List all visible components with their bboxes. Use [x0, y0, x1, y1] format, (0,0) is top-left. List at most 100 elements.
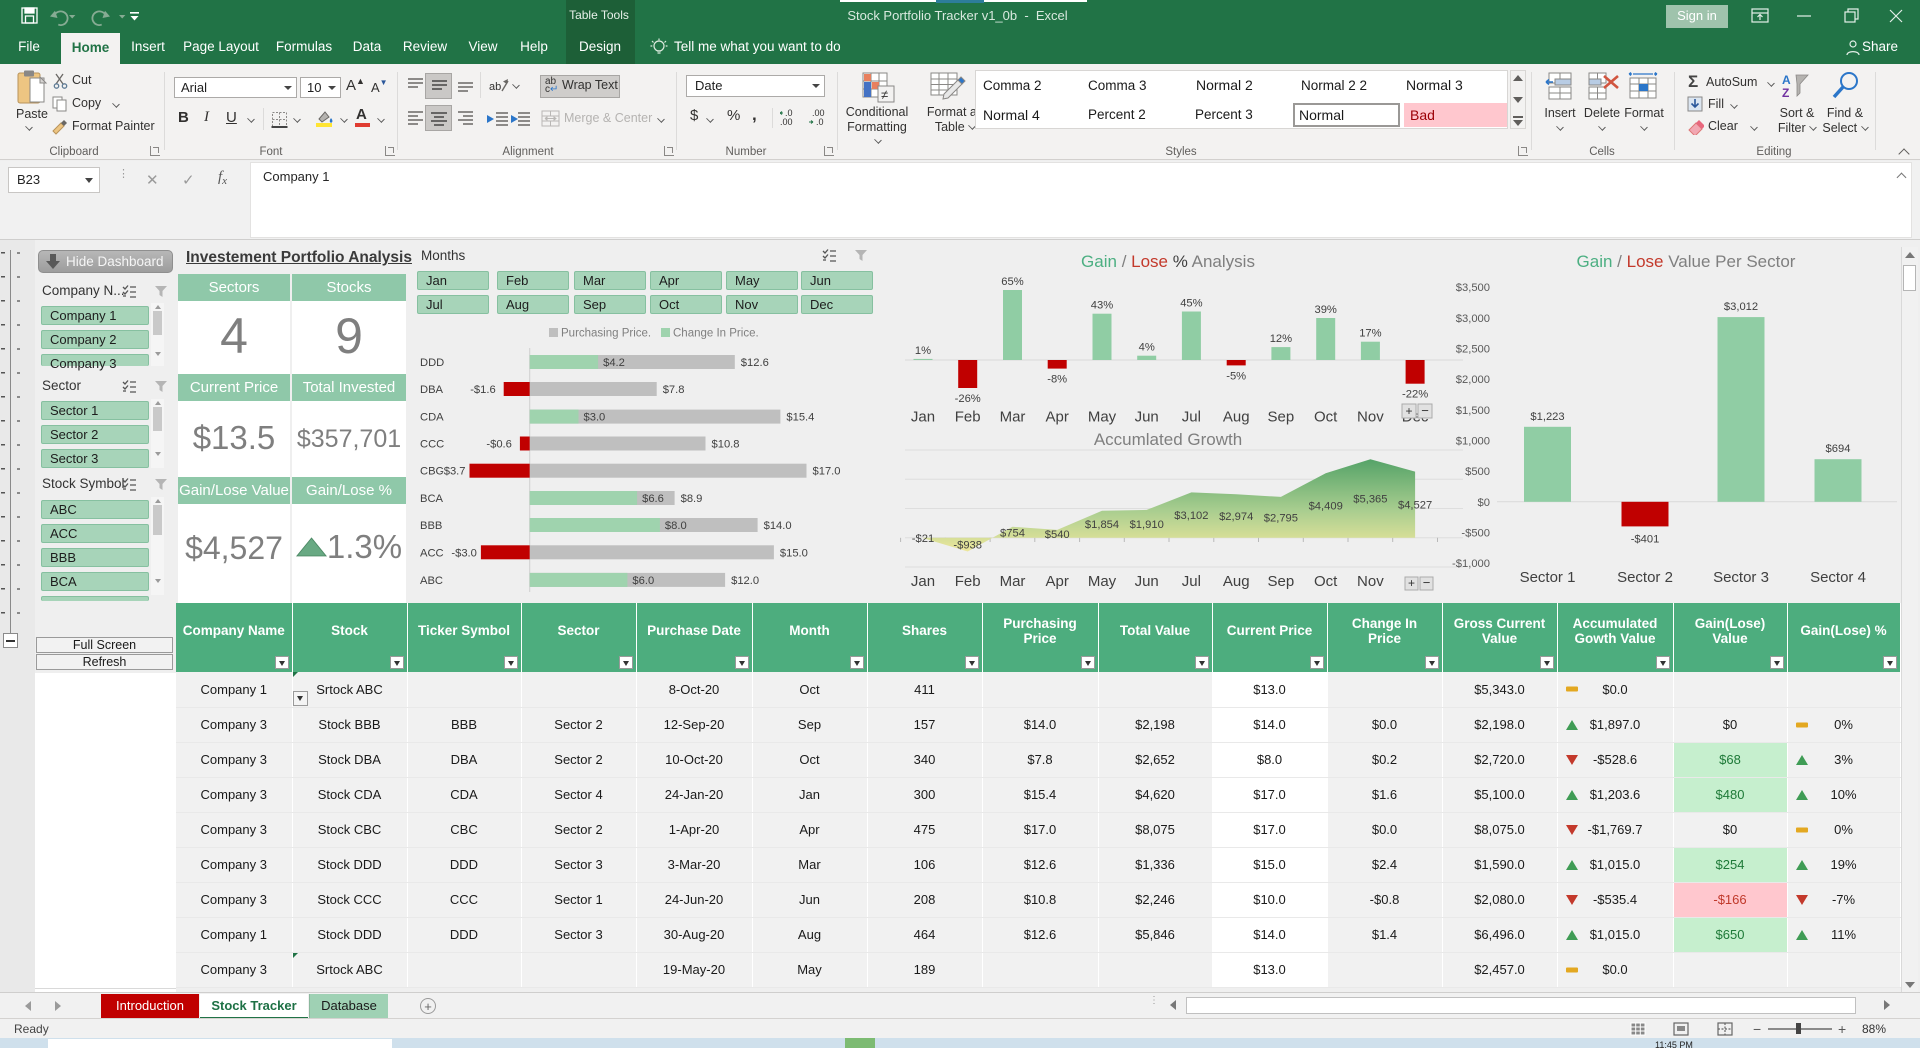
- svg-text:≠: ≠: [881, 87, 888, 102]
- svg-text:Mar: Mar: [1000, 573, 1026, 590]
- svg-text:$1,000: $1,000: [1456, 436, 1490, 448]
- svg-text:Mar: Mar: [1000, 409, 1026, 426]
- svg-text:Nov: Nov: [1357, 409, 1384, 426]
- svg-text:BBB: BBB: [420, 520, 442, 532]
- svg-text:-22%: -22%: [1402, 389, 1428, 401]
- svg-text:45%: 45%: [1180, 298, 1202, 310]
- svg-text:ab: ab: [489, 81, 501, 93]
- svg-text:$1,223: $1,223: [1530, 411, 1564, 423]
- svg-text:$1,910: $1,910: [1130, 519, 1164, 531]
- svg-text:BCA: BCA: [420, 493, 444, 505]
- svg-text:Jun: Jun: [1135, 573, 1159, 590]
- svg-text:$12.0: $12.0: [731, 575, 759, 587]
- svg-text:$4,527: $4,527: [1398, 500, 1432, 512]
- svg-text:.00: .00: [780, 117, 793, 127]
- svg-text:$500: $500: [1465, 466, 1490, 478]
- svg-text:Accumlated Growth: Accumlated Growth: [1094, 430, 1242, 449]
- svg-text:Sector 4: Sector 4: [1810, 569, 1866, 586]
- svg-text:Aug: Aug: [1223, 409, 1250, 426]
- svg-text:-$0.6: -$0.6: [486, 439, 512, 451]
- svg-text:Apr: Apr: [1046, 409, 1069, 426]
- svg-text:-$1,000: -$1,000: [1452, 558, 1490, 570]
- svg-text:-8%: -8%: [1047, 374, 1067, 386]
- svg-text:Z: Z: [1782, 86, 1789, 99]
- svg-text:DDD: DDD: [420, 357, 444, 369]
- svg-text:-$3.0: -$3.0: [451, 547, 477, 559]
- svg-text:43%: 43%: [1091, 300, 1113, 312]
- svg-text:$3.0: $3.0: [584, 412, 606, 424]
- svg-text:.0: .0: [785, 109, 793, 118]
- svg-text:-5%: -5%: [1226, 370, 1246, 382]
- svg-text:-$1.6: -$1.6: [470, 384, 496, 396]
- svg-text:17%: 17%: [1359, 328, 1381, 340]
- svg-text:$2,795: $2,795: [1264, 512, 1298, 524]
- svg-text:ABC: ABC: [420, 575, 443, 587]
- svg-text:$10.8: $10.8: [712, 439, 740, 451]
- svg-text:-$500: -$500: [1461, 528, 1490, 540]
- svg-text:DBA: DBA: [420, 384, 444, 396]
- svg-text:$2,974: $2,974: [1219, 511, 1253, 523]
- svg-text:Nov: Nov: [1357, 573, 1384, 590]
- svg-text:Sector 1: Sector 1: [1520, 569, 1576, 586]
- svg-text:$3,500: $3,500: [1456, 282, 1490, 294]
- svg-text:Jan: Jan: [911, 573, 935, 590]
- svg-text:-$401: -$401: [1631, 533, 1660, 545]
- svg-text:$2,500: $2,500: [1456, 344, 1490, 356]
- svg-text:$540: $540: [1045, 529, 1070, 541]
- svg-text:$5,365: $5,365: [1353, 494, 1387, 506]
- svg-text:Sep: Sep: [1268, 409, 1295, 426]
- svg-text:-$938: -$938: [953, 540, 982, 552]
- svg-text:$0: $0: [1478, 497, 1490, 509]
- svg-text:$15.4: $15.4: [786, 412, 814, 424]
- svg-text:May: May: [1088, 573, 1117, 590]
- svg-text:Aug: Aug: [1223, 573, 1250, 590]
- svg-text:Sep: Sep: [1268, 573, 1295, 590]
- svg-text:ACC: ACC: [420, 547, 444, 559]
- svg-text:+: +: [1405, 404, 1412, 418]
- svg-text:$6.6: $6.6: [642, 493, 664, 505]
- svg-text:Jan: Jan: [911, 409, 935, 426]
- svg-text:Gain / Lose % Analysis: Gain / Lose % Analysis: [1081, 252, 1255, 271]
- svg-text:$17.0: $17.0: [813, 466, 841, 478]
- svg-text:$1,854: $1,854: [1085, 519, 1119, 531]
- svg-text:$15.0: $15.0: [780, 547, 808, 559]
- svg-text:$7.8: $7.8: [663, 384, 685, 396]
- svg-text:Feb: Feb: [955, 573, 981, 590]
- svg-text:-$3.7: -$3.7: [440, 466, 466, 478]
- svg-text:Jul: Jul: [1182, 409, 1201, 426]
- svg-text:$2,000: $2,000: [1456, 374, 1490, 386]
- svg-text:Feb: Feb: [955, 409, 981, 426]
- svg-text:1%: 1%: [915, 345, 931, 357]
- svg-text:$4,409: $4,409: [1309, 501, 1343, 513]
- svg-text:A: A: [1782, 73, 1791, 87]
- svg-text:Sector 2: Sector 2: [1617, 569, 1673, 586]
- svg-text:Apr: Apr: [1046, 573, 1069, 590]
- svg-text:Change In Price.: Change In Price.: [673, 328, 759, 340]
- svg-text:4%: 4%: [1139, 342, 1155, 354]
- svg-text:$8.0: $8.0: [665, 520, 687, 532]
- svg-text:CCC: CCC: [420, 439, 444, 451]
- svg-text:39%: 39%: [1314, 304, 1336, 316]
- svg-text:Sector 3: Sector 3: [1713, 569, 1769, 586]
- svg-text:+: +: [1408, 576, 1415, 590]
- svg-text:Oct: Oct: [1314, 573, 1338, 590]
- svg-text:$1,500: $1,500: [1456, 405, 1490, 417]
- svg-text:$694: $694: [1826, 443, 1851, 455]
- svg-text:-26%: -26%: [955, 393, 981, 405]
- svg-text:$3,102: $3,102: [1174, 510, 1208, 522]
- svg-text:$14.0: $14.0: [764, 520, 792, 532]
- svg-text:CDA: CDA: [420, 412, 444, 424]
- svg-text:$3,012: $3,012: [1724, 301, 1758, 313]
- svg-text:$12.6: $12.6: [741, 357, 769, 369]
- svg-text:-$21: -$21: [912, 533, 934, 545]
- svg-text:Oct: Oct: [1314, 409, 1338, 426]
- svg-text:−: −: [1423, 575, 1431, 590]
- svg-text:$3,000: $3,000: [1456, 313, 1490, 325]
- svg-text:Purchasing Price.: Purchasing Price.: [561, 328, 651, 340]
- svg-text:Gain / Lose Value Per Sector: Gain / Lose Value Per Sector: [1577, 252, 1796, 271]
- svg-text:.0: .0: [816, 117, 824, 127]
- svg-text:Jul: Jul: [1182, 573, 1201, 590]
- svg-text:Jun: Jun: [1135, 409, 1159, 426]
- svg-text:12%: 12%: [1270, 333, 1292, 345]
- svg-text:May: May: [1088, 409, 1117, 426]
